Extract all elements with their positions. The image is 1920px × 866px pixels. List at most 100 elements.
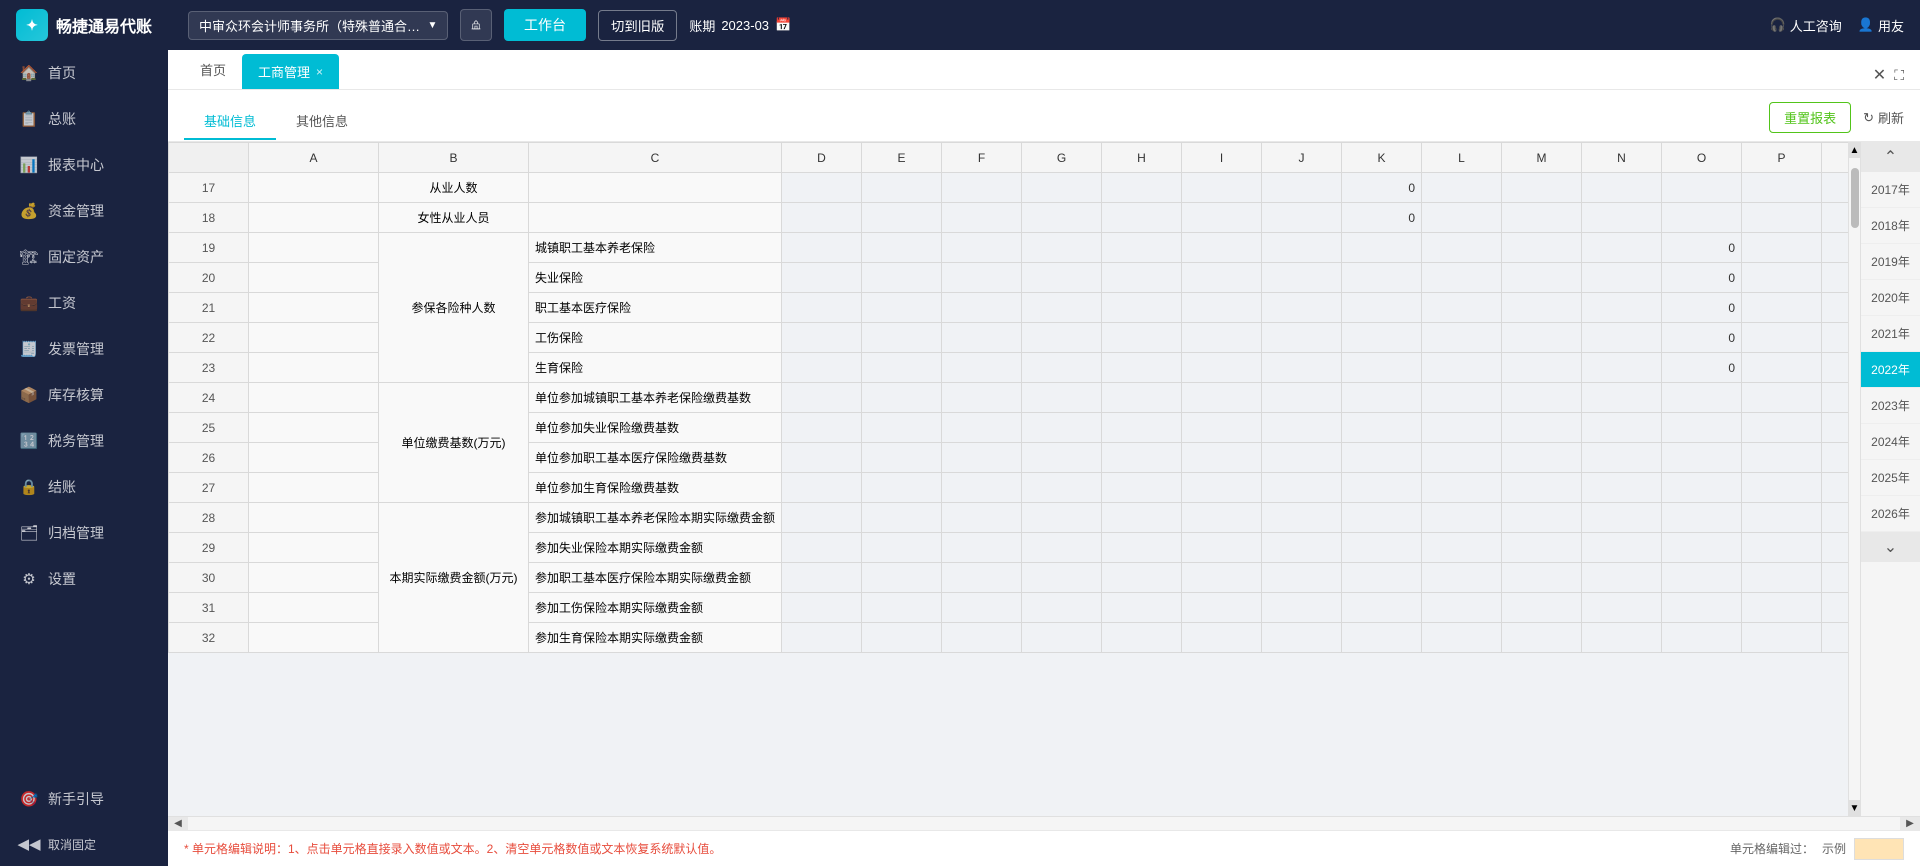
spreadsheet-main[interactable]: A B C D E F G H I J K L M xyxy=(168,142,1848,816)
cell-20-e[interactable] xyxy=(862,263,942,293)
sidebar-item-reports[interactable]: 📊报表中心 xyxy=(0,142,168,188)
cell-21-q[interactable] xyxy=(1822,293,1848,323)
year-item-2018年[interactable]: 2018年 xyxy=(1861,208,1920,244)
cell-21-d[interactable] xyxy=(782,293,862,323)
cell-21-k[interactable] xyxy=(1342,293,1422,323)
cell-22-a[interactable] xyxy=(249,323,379,353)
sidebar-item-settings[interactable]: ⚙设置 xyxy=(0,556,168,602)
sidebar-item-invoice[interactable]: 🧾发票管理 xyxy=(0,326,168,372)
year-item-2019年[interactable]: 2019年 xyxy=(1861,244,1920,280)
cell-21-a[interactable] xyxy=(249,293,379,323)
cell-20-g[interactable] xyxy=(1022,263,1102,293)
cell-23-q[interactable] xyxy=(1822,353,1848,383)
calendar-icon[interactable]: 📅 xyxy=(775,17,791,33)
cell-21-h[interactable] xyxy=(1102,293,1182,323)
cell-17-o[interactable] xyxy=(1662,173,1742,203)
company-selector[interactable]: 中审众环会计师事务所（特殊普通合伙... ▼ xyxy=(188,11,448,40)
cell-17-m[interactable] xyxy=(1502,173,1582,203)
cell-20-q[interactable] xyxy=(1822,263,1848,293)
col-header-h[interactable]: H xyxy=(1102,143,1182,173)
cell-23-a[interactable] xyxy=(249,353,379,383)
vertical-scrollbar[interactable]: ▲ ▼ xyxy=(1848,142,1860,816)
cell-17-e[interactable] xyxy=(862,173,942,203)
year-item-2022年[interactable]: 2022年 xyxy=(1861,352,1920,388)
cell-17-b[interactable]: 从业人数 xyxy=(379,173,529,203)
year-scroll-up-btn[interactable]: ⌃ xyxy=(1861,142,1920,172)
cell-18-m[interactable] xyxy=(1502,203,1582,233)
h-scroll-right-btn[interactable]: ▶ xyxy=(1900,817,1920,831)
cell-20-j[interactable] xyxy=(1262,263,1342,293)
cell-18-h[interactable] xyxy=(1102,203,1182,233)
year-item-2023年[interactable]: 2023年 xyxy=(1861,388,1920,424)
cell-27-c[interactable]: 单位参加生育保险缴费基数 xyxy=(529,473,782,503)
cell-28-c[interactable]: 参加城镇职工基本养老保险本期实际缴费金额 xyxy=(529,503,782,533)
cell-23-m[interactable] xyxy=(1502,353,1582,383)
col-header-k[interactable]: K xyxy=(1342,143,1422,173)
cell-22-m[interactable] xyxy=(1502,323,1582,353)
sub-tab-basic[interactable]: 基础信息 xyxy=(184,103,276,140)
sidebar-item-payroll[interactable]: 💼工资 xyxy=(0,280,168,326)
cell-21-l[interactable] xyxy=(1422,293,1502,323)
cell-22-g[interactable] xyxy=(1022,323,1102,353)
cell-19-l[interactable] xyxy=(1422,233,1502,263)
sidebar-item-tax[interactable]: 🔢税务管理 xyxy=(0,418,168,464)
cell-21-p[interactable] xyxy=(1742,293,1822,323)
cell-17-j[interactable] xyxy=(1262,173,1342,203)
cell-20-l[interactable] xyxy=(1422,263,1502,293)
year-item-2024年[interactable]: 2024年 xyxy=(1861,424,1920,460)
cell-24-a[interactable] xyxy=(249,383,379,413)
cell-18-p[interactable] xyxy=(1742,203,1822,233)
sidebar-item-home[interactable]: 🏠首页 xyxy=(0,50,168,96)
cell-23-o[interactable]: 0 xyxy=(1662,353,1742,383)
cell-20-d[interactable] xyxy=(782,263,862,293)
cell-28-a[interactable] xyxy=(249,503,379,533)
cell-19-p[interactable] xyxy=(1742,233,1822,263)
cell-30-c[interactable]: 参加职工基本医疗保险本期实际缴费金额 xyxy=(529,563,782,593)
cell-23-p[interactable] xyxy=(1742,353,1822,383)
scroll-down-btn[interactable]: ▼ xyxy=(1849,800,1860,816)
year-scroll-down-btn[interactable]: ⌄ xyxy=(1861,532,1920,562)
col-header-g[interactable]: G xyxy=(1022,143,1102,173)
cell-26-a[interactable] xyxy=(249,443,379,473)
cell-19-q[interactable] xyxy=(1822,233,1848,263)
year-item-2025年[interactable]: 2025年 xyxy=(1861,460,1920,496)
maximize-icon[interactable]: ⛶ xyxy=(1894,67,1904,84)
cell-32-c[interactable]: 参加生育保险本期实际缴费金额 xyxy=(529,623,782,653)
sidebar-item-closing[interactable]: 🔒结账 xyxy=(0,464,168,510)
refresh-button[interactable]: ↻ 刷新 xyxy=(1863,108,1904,127)
cell-19-h[interactable] xyxy=(1102,233,1182,263)
cell-20-p[interactable] xyxy=(1742,263,1822,293)
cell-18-o[interactable] xyxy=(1662,203,1742,233)
cell-25-c[interactable]: 单位参加失业保险缴费基数 xyxy=(529,413,782,443)
cell-25-a[interactable] xyxy=(249,413,379,443)
col-header-n[interactable]: N xyxy=(1582,143,1662,173)
cell-19-g[interactable] xyxy=(1022,233,1102,263)
cell-19-f[interactable] xyxy=(942,233,1022,263)
cell-31-a[interactable] xyxy=(249,593,379,623)
cell-17-i[interactable] xyxy=(1182,173,1262,203)
cell-17-f[interactable] xyxy=(942,173,1022,203)
cell-23-k[interactable] xyxy=(1342,353,1422,383)
cell-20-c[interactable]: 失业保险 xyxy=(529,263,782,293)
cell-23-e[interactable] xyxy=(862,353,942,383)
cell-18-j[interactable] xyxy=(1262,203,1342,233)
cell-24-b[interactable]: 单位缴费基数(万元) xyxy=(379,383,529,503)
cell-18-d[interactable] xyxy=(782,203,862,233)
cell-17-k[interactable]: 0 xyxy=(1342,173,1422,203)
sidebar-item-unpin[interactable]: ◀◀ 取消固定 xyxy=(0,822,168,866)
year-item-2020年[interactable]: 2020年 xyxy=(1861,280,1920,316)
cell-17-n[interactable] xyxy=(1582,173,1662,203)
cell-17-d[interactable] xyxy=(782,173,862,203)
cell-19-k[interactable] xyxy=(1342,233,1422,263)
col-header-m[interactable]: M xyxy=(1502,143,1582,173)
cell-23-c[interactable]: 生育保险 xyxy=(529,353,782,383)
cell-28-b[interactable]: 本期实际缴费金额(万元) xyxy=(379,503,529,653)
cell-19-e[interactable] xyxy=(862,233,942,263)
cell-20-m[interactable] xyxy=(1502,263,1582,293)
col-header-a[interactable]: A xyxy=(249,143,379,173)
cell-27-a[interactable] xyxy=(249,473,379,503)
cell-24-c[interactable]: 单位参加城镇职工基本养老保险缴费基数 xyxy=(529,383,782,413)
cell-21-g[interactable] xyxy=(1022,293,1102,323)
cell-23-h[interactable] xyxy=(1102,353,1182,383)
cell-22-j[interactable] xyxy=(1262,323,1342,353)
